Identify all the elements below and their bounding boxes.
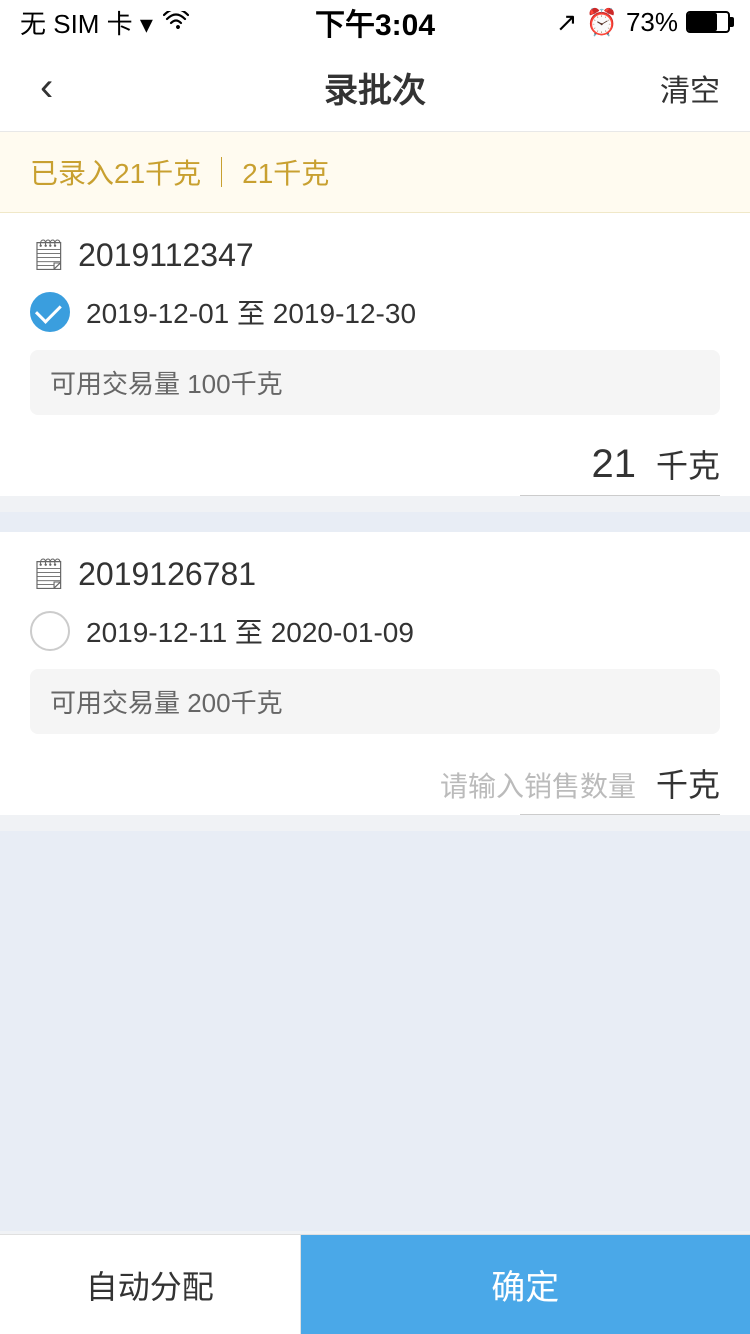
batch-2-available: 可用交易量 200千克	[30, 669, 720, 734]
empty-area	[0, 831, 750, 1231]
batch-2-header: 🗒 2019126781	[0, 532, 750, 603]
info-divider	[221, 157, 222, 187]
batch-2-input-unit: 千克	[656, 760, 720, 806]
batch-1-amount-value: 21	[591, 442, 636, 487]
clear-button[interactable]: 清空	[660, 66, 720, 110]
recorded-amount-label: 已录入21千克	[30, 152, 201, 192]
batch-2-input-container[interactable]: 请输入销售数量 千克	[0, 750, 750, 810]
auto-distribute-button[interactable]: 自动分配	[0, 1235, 301, 1334]
sim-label: 无 SIM 卡 ▾	[20, 4, 153, 41]
info-bar: 已录入21千克 21千克	[0, 132, 750, 213]
status-bar-right: ↗ ⏰ 73%	[556, 7, 730, 38]
batch-2-date-row[interactable]: 2019-12-11 至 2020-01-09	[0, 603, 750, 659]
battery-percent: 73%	[626, 7, 678, 38]
batch-card-1: 🗒 2019112347 2019-12-01 至 2019-12-30 可用交…	[0, 213, 750, 496]
status-bar-time: 下午3:04	[315, 0, 435, 44]
back-button[interactable]: ‹	[30, 55, 63, 120]
wifi-icon	[163, 7, 189, 38]
page-title: 录批次	[324, 63, 426, 112]
batch-1-date-row[interactable]: 2019-12-01 至 2019-12-30	[0, 284, 750, 340]
batch-1-available: 可用交易量 100千克	[30, 350, 720, 415]
bottom-bar: 自动分配 确定	[0, 1234, 750, 1334]
batch-card-2: 🗒 2019126781 2019-12-11 至 2020-01-09 可用交…	[0, 532, 750, 815]
recorded-amount-value: 21千克	[242, 152, 329, 192]
batch-2-date: 2019-12-11 至 2020-01-09	[86, 611, 414, 651]
alarm-icon: ⏰	[586, 7, 618, 38]
batch-1-id: 2019112347	[78, 237, 254, 274]
batch-1-date: 2019-12-01 至 2019-12-30	[86, 292, 416, 332]
confirm-button[interactable]: 确定	[301, 1235, 750, 1334]
batch-1-icon: 🗒	[30, 238, 68, 273]
batch-1-amount-unit: 千克	[656, 441, 720, 487]
batch-1-underline	[520, 495, 720, 496]
batch-1-header: 🗒 2019112347	[0, 213, 750, 284]
batch-2-underline	[520, 814, 720, 815]
nav-bar: ‹ 录批次 清空	[0, 44, 750, 132]
batch-1-amount-container: 21 千克	[0, 431, 750, 491]
page-content: 🗒 2019112347 2019-12-01 至 2019-12-30 可用交…	[0, 213, 750, 1331]
location-icon: ↗	[556, 7, 578, 38]
batch-1-radio[interactable]	[30, 292, 70, 332]
batch-2-input-placeholder: 请输入销售数量	[440, 765, 636, 805]
batch-2-icon: 🗒	[30, 557, 68, 592]
section-separator-1	[0, 512, 750, 532]
status-bar: 无 SIM 卡 ▾ 下午3:04 ↗ ⏰ 73%	[0, 0, 750, 44]
battery-icon	[686, 11, 730, 33]
status-bar-left: 无 SIM 卡 ▾	[20, 4, 189, 41]
batch-2-radio[interactable]	[30, 611, 70, 651]
batch-2-id: 2019126781	[78, 556, 256, 593]
